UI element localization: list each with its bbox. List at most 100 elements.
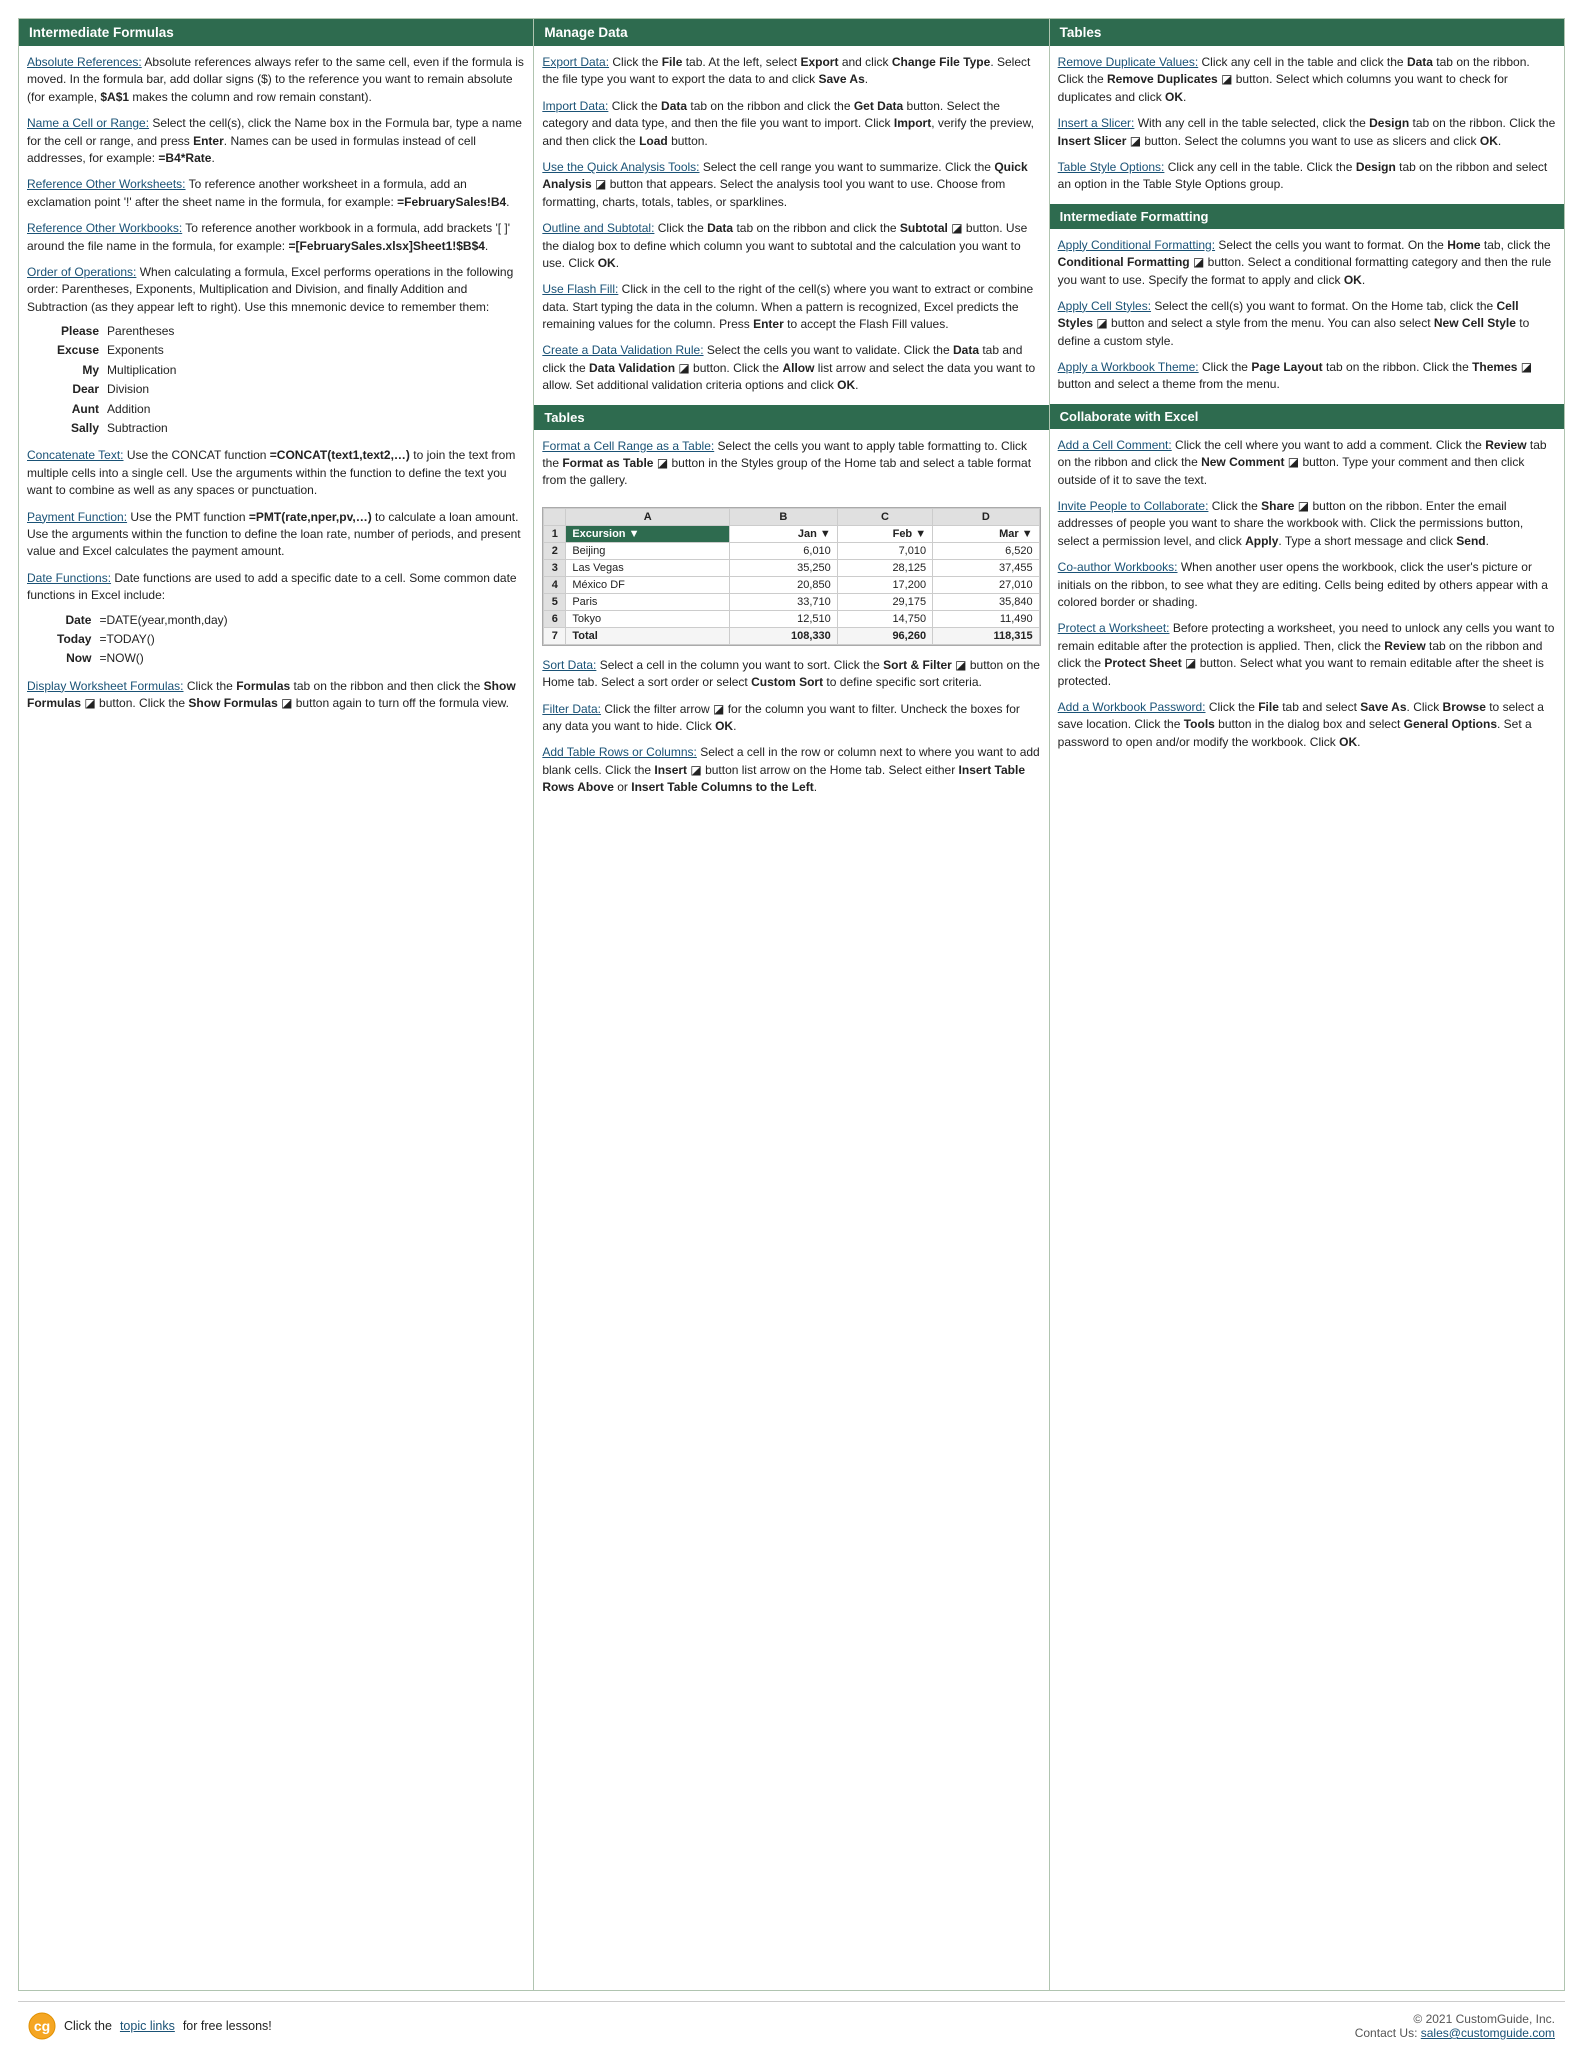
password-entry: Add a Workbook Password: Click the File … <box>1058 699 1556 751</box>
total-mar: 118,315 <box>933 627 1040 644</box>
insert-slicer-title: Insert a Slicer: <box>1058 116 1135 130</box>
copyright: © 2021 CustomGuide, Inc. <box>1355 2012 1555 2026</box>
col3-collab-header: Collaborate with Excel <box>1050 404 1564 429</box>
footer-topic-link[interactable]: topic links <box>120 2019 175 2033</box>
total-jan: 108,330 <box>730 627 838 644</box>
invite-collab-title: Invite People to Collaborate: <box>1058 499 1209 513</box>
coauthor-title: Co-author Workbooks: <box>1058 560 1178 574</box>
lasvegas-name: Las Vegas <box>566 559 730 576</box>
add-rows-title: Add Table Rows or Columns: <box>542 745 697 759</box>
row-7-num: 7 <box>544 627 566 644</box>
remove-dup-title: Remove Duplicate Values: <box>1058 55 1199 69</box>
row-4-num: 4 <box>544 576 566 593</box>
mexico-mar: 27,010 <box>933 576 1040 593</box>
format-table-title: Format a Cell Range as a Table: <box>542 439 714 453</box>
validation-entry: Create a Data Validation Rule: Select th… <box>542 342 1040 394</box>
lasvegas-mar: 37,455 <box>933 559 1040 576</box>
sort-title: Sort Data: <box>542 658 596 672</box>
outline-title: Outline and Subtotal: <box>542 221 654 235</box>
table-row: 6 Tokyo 12,510 14,750 11,490 <box>544 610 1039 627</box>
name-cell-title: Name a Cell or Range: <box>27 116 149 130</box>
spreadsheet-wrapper: A B C D 1 Excursion ▼ Jan ▼ Feb ▼ Mar ▼ <box>542 507 1040 646</box>
add-comment-entry: Add a Cell Comment: Click the cell where… <box>1058 437 1556 489</box>
row-num-header <box>544 508 566 525</box>
protect-sheet-entry: Protect a Worksheet: Before protecting a… <box>1058 620 1556 690</box>
jan-header: Jan ▼ <box>730 525 838 542</box>
mnemonic-table: PleaseParentheses ExcuseExponents MyMult… <box>57 322 190 438</box>
row-3-num: 3 <box>544 559 566 576</box>
table-style-title: Table Style Options: <box>1058 160 1165 174</box>
import-entry: Import Data: Click the Data tab on the r… <box>542 98 1040 150</box>
pmt-title: Payment Function: <box>27 510 127 524</box>
date-title: Date Functions: <box>27 571 111 585</box>
quick-analysis-title: Use the Quick Analysis Tools: <box>542 160 699 174</box>
concat-entry: Concatenate Text: Use the CONCAT functio… <box>27 447 525 499</box>
column-2: Manage Data Export Data: Click the File … <box>533 18 1049 1991</box>
paris-feb: 29,175 <box>837 593 932 610</box>
beijing-jan: 6,010 <box>730 542 838 559</box>
contact-email[interactable]: sales@customguide.com <box>1421 2026 1555 2040</box>
total-row: 7 Total 108,330 96,260 118,315 <box>544 627 1039 644</box>
row-1-num: 1 <box>544 525 566 542</box>
footer-right: © 2021 CustomGuide, Inc. Contact Us: sal… <box>1355 2012 1555 2040</box>
cell-styles-title: Apply Cell Styles: <box>1058 299 1151 313</box>
add-comment-title: Add a Cell Comment: <box>1058 438 1172 452</box>
display-formulas-entry: Display Worksheet Formulas: Click the Fo… <box>27 678 525 713</box>
protect-sheet-title: Protect a Worksheet: <box>1058 621 1170 635</box>
total-feb: 96,260 <box>837 627 932 644</box>
cond-format-entry: Apply Conditional Formatting: Select the… <box>1058 237 1556 289</box>
name-cell-entry: Name a Cell or Range: Select the cell(s)… <box>27 115 525 167</box>
mexico-feb: 17,200 <box>837 576 932 593</box>
export-entry: Export Data: Click the File tab. At the … <box>542 54 1040 89</box>
col-d-header: D <box>933 508 1040 525</box>
ref-worksheets-entry: Reference Other Worksheets: To reference… <box>27 176 525 211</box>
export-title: Export Data: <box>542 55 609 69</box>
tokyo-mar: 11,490 <box>933 610 1040 627</box>
import-title: Import Data: <box>542 99 608 113</box>
col1-header: Intermediate Formulas <box>19 19 533 46</box>
password-title: Add a Workbook Password: <box>1058 700 1206 714</box>
abs-ref-entry: Absolute References: Absolute references… <box>27 54 525 106</box>
order-ops-title: Order of Operations: <box>27 265 136 279</box>
col-b-header: B <box>730 508 838 525</box>
customguide-icon: cg <box>28 2012 56 2040</box>
cond-format-title: Apply Conditional Formatting: <box>1058 238 1215 252</box>
outline-entry: Outline and Subtotal: Click the Data tab… <box>542 220 1040 272</box>
beijing-mar: 6,520 <box>933 542 1040 559</box>
table-row: 4 México DF 20,850 17,200 27,010 <box>544 576 1039 593</box>
col2-header: Manage Data <box>534 19 1048 46</box>
validation-title: Create a Data Validation Rule: <box>542 343 703 357</box>
ref-workbooks-entry: Reference Other Workbooks: To reference … <box>27 220 525 255</box>
filter-entry: Filter Data: Click the filter arrow ◪ fo… <box>542 701 1040 736</box>
row-2-num: 2 <box>544 542 566 559</box>
contact: Contact Us: sales@customguide.com <box>1355 2026 1555 2040</box>
contact-label: Contact Us: <box>1355 2026 1421 2040</box>
order-ops-entry: Order of Operations: When calculating a … <box>27 264 525 439</box>
mexico-jan: 20,850 <box>730 576 838 593</box>
total-label: Total <box>566 627 730 644</box>
col3-formatting-header: Intermediate Formatting <box>1050 204 1564 229</box>
ref-worksheets-title: Reference Other Worksheets: <box>27 177 186 191</box>
col2-tables-header: Tables <box>534 405 1048 430</box>
row-5-num: 5 <box>544 593 566 610</box>
workbook-theme-entry: Apply a Workbook Theme: Click the Page L… <box>1058 359 1556 394</box>
ref-workbooks-title: Reference Other Workbooks: <box>27 221 182 235</box>
quick-analysis-entry: Use the Quick Analysis Tools: Select the… <box>542 159 1040 211</box>
footer-cta-suffix: for free lessons! <box>183 2019 272 2033</box>
footer: cg Click the topic links for free lesson… <box>18 2001 1565 2048</box>
column-1: Intermediate Formulas Absolute Reference… <box>18 18 533 1991</box>
filter-title: Filter Data: <box>542 702 601 716</box>
paris-jan: 33,710 <box>730 593 838 610</box>
format-table-entry: Format a Cell Range as a Table: Select t… <box>542 438 1040 490</box>
tokyo-feb: 14,750 <box>837 610 932 627</box>
footer-cta-text: Click the <box>64 2019 112 2033</box>
paris-mar: 35,840 <box>933 593 1040 610</box>
display-formulas-title: Display Worksheet Formulas: <box>27 679 184 693</box>
remove-dup-entry: Remove Duplicate Values: Click any cell … <box>1058 54 1556 106</box>
add-rows-entry: Add Table Rows or Columns: Select a cell… <box>542 744 1040 796</box>
mar-header: Mar ▼ <box>933 525 1040 542</box>
table-style-entry: Table Style Options: Click any cell in t… <box>1058 159 1556 194</box>
page: Intermediate Formulas Absolute Reference… <box>0 0 1583 2048</box>
col-a-header: A <box>566 508 730 525</box>
cell-styles-entry: Apply Cell Styles: Select the cell(s) yo… <box>1058 298 1556 350</box>
